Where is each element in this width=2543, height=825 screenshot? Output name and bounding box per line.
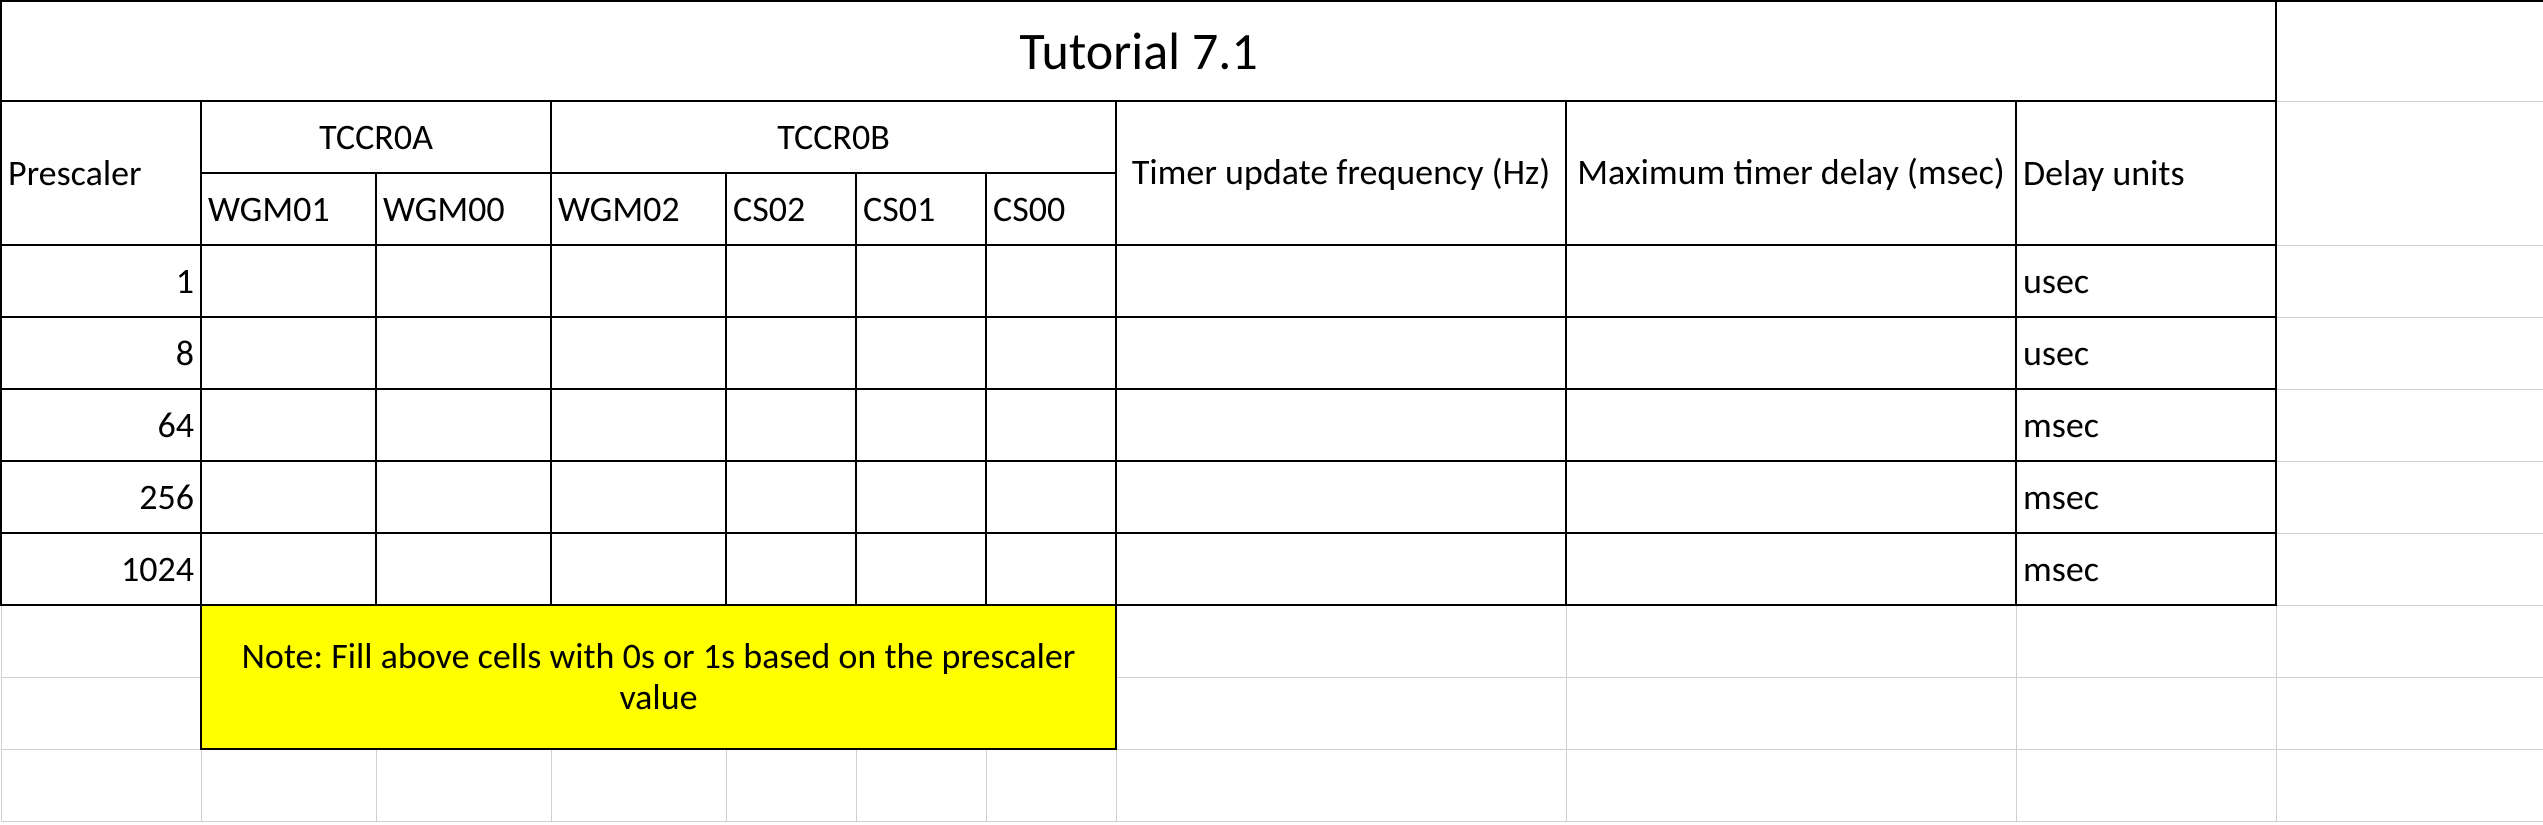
page-title: Tutorial 7.1 — [1, 1, 2276, 101]
cell-units[interactable]: msec — [2016, 461, 2276, 533]
header-cs02: CS02 — [726, 173, 856, 245]
cell-wgm01[interactable] — [201, 245, 376, 317]
empty-cell — [726, 749, 856, 821]
cell-cs01[interactable] — [856, 317, 986, 389]
empty-cell — [2276, 245, 2543, 317]
note-cell: Note: Fill above cells with 0s or 1s bas… — [201, 605, 1116, 749]
empty-cell — [2276, 677, 2543, 749]
cell-cs01[interactable] — [856, 533, 986, 605]
empty-cell — [2276, 389, 2543, 461]
cell-cs02[interactable] — [726, 317, 856, 389]
header-prescaler: Prescaler — [1, 101, 201, 245]
cell-wgm02[interactable] — [551, 317, 726, 389]
cell-cs02[interactable] — [726, 245, 856, 317]
cell-cs01[interactable] — [856, 245, 986, 317]
cell-prescaler[interactable]: 256 — [1, 461, 201, 533]
empty-cell — [2016, 749, 2276, 821]
cell-freq[interactable] — [1116, 317, 1566, 389]
cell-wgm02[interactable] — [551, 389, 726, 461]
header-cs01: CS01 — [856, 173, 986, 245]
cell-max[interactable] — [1566, 317, 2016, 389]
table-row: 1 usec — [1, 245, 2543, 317]
cell-units[interactable]: usec — [2016, 317, 2276, 389]
empty-cell — [1, 677, 201, 749]
header-wgm01: WGM01 — [201, 173, 376, 245]
cell-max[interactable] — [1566, 245, 2016, 317]
cell-wgm02[interactable] — [551, 533, 726, 605]
empty-cell — [2016, 605, 2276, 677]
cell-units[interactable]: msec — [2016, 389, 2276, 461]
cell-cs02[interactable] — [726, 533, 856, 605]
table-row: 64 msec — [1, 389, 2543, 461]
cell-prescaler[interactable]: 8 — [1, 317, 201, 389]
cell-freq[interactable] — [1116, 245, 1566, 317]
header-tccr0b: TCCR0B — [551, 101, 1116, 173]
empty-cell — [2276, 1, 2543, 101]
header-max-delay: Maximum timer delay (msec) — [1566, 101, 2016, 245]
cell-wgm02[interactable] — [551, 245, 726, 317]
cell-cs00[interactable] — [986, 245, 1116, 317]
cell-wgm00[interactable] — [376, 533, 551, 605]
cell-wgm00[interactable] — [376, 461, 551, 533]
cell-cs01[interactable] — [856, 461, 986, 533]
header-wgm02: WGM02 — [551, 173, 726, 245]
empty-cell — [376, 749, 551, 821]
cell-cs00[interactable] — [986, 389, 1116, 461]
header-tccr0a: TCCR0A — [201, 101, 551, 173]
cell-cs00[interactable] — [986, 533, 1116, 605]
cell-freq[interactable] — [1116, 461, 1566, 533]
cell-cs02[interactable] — [726, 461, 856, 533]
table-row: 1024 msec — [1, 533, 2543, 605]
cell-wgm01[interactable] — [201, 461, 376, 533]
cell-wgm01[interactable] — [201, 317, 376, 389]
empty-cell — [1, 605, 201, 677]
cell-prescaler[interactable]: 1 — [1, 245, 201, 317]
cell-prescaler[interactable]: 1024 — [1, 533, 201, 605]
cell-units[interactable]: msec — [2016, 533, 2276, 605]
empty-cell — [2016, 677, 2276, 749]
header-delay-units: Delay units — [2016, 101, 2276, 245]
cell-wgm00[interactable] — [376, 389, 551, 461]
empty-cell — [2276, 461, 2543, 533]
empty-cell — [2276, 533, 2543, 605]
cell-units[interactable]: usec — [2016, 245, 2276, 317]
empty-cell — [2276, 101, 2543, 245]
cell-freq[interactable] — [1116, 389, 1566, 461]
empty-cell — [1566, 677, 2016, 749]
header-wgm00: WGM00 — [376, 173, 551, 245]
table-row: 256 msec — [1, 461, 2543, 533]
cell-prescaler[interactable]: 64 — [1, 389, 201, 461]
cell-cs01[interactable] — [856, 389, 986, 461]
cell-max[interactable] — [1566, 461, 2016, 533]
cell-wgm01[interactable] — [201, 533, 376, 605]
empty-cell — [2276, 749, 2543, 821]
empty-cell — [201, 749, 376, 821]
cell-wgm02[interactable] — [551, 461, 726, 533]
cell-max[interactable] — [1566, 389, 2016, 461]
empty-cell — [2276, 605, 2543, 677]
worksheet-table: Tutorial 7.1 Prescaler TCCR0A TCCR0B Tim… — [0, 0, 2543, 822]
empty-cell — [1116, 605, 1566, 677]
cell-max[interactable] — [1566, 533, 2016, 605]
empty-cell — [1116, 749, 1566, 821]
empty-cell — [551, 749, 726, 821]
cell-cs02[interactable] — [726, 389, 856, 461]
empty-cell — [1116, 677, 1566, 749]
header-cs00: CS00 — [986, 173, 1116, 245]
header-frequency: Timer update frequency (Hz) — [1116, 101, 1566, 245]
empty-cell — [986, 749, 1116, 821]
cell-cs00[interactable] — [986, 317, 1116, 389]
empty-cell — [1566, 605, 2016, 677]
empty-cell — [1566, 749, 2016, 821]
cell-wgm01[interactable] — [201, 389, 376, 461]
table-row: 8 usec — [1, 317, 2543, 389]
cell-wgm00[interactable] — [376, 317, 551, 389]
cell-freq[interactable] — [1116, 533, 1566, 605]
empty-cell — [856, 749, 986, 821]
cell-cs00[interactable] — [986, 461, 1116, 533]
cell-wgm00[interactable] — [376, 245, 551, 317]
empty-cell — [1, 749, 201, 821]
empty-cell — [2276, 317, 2543, 389]
